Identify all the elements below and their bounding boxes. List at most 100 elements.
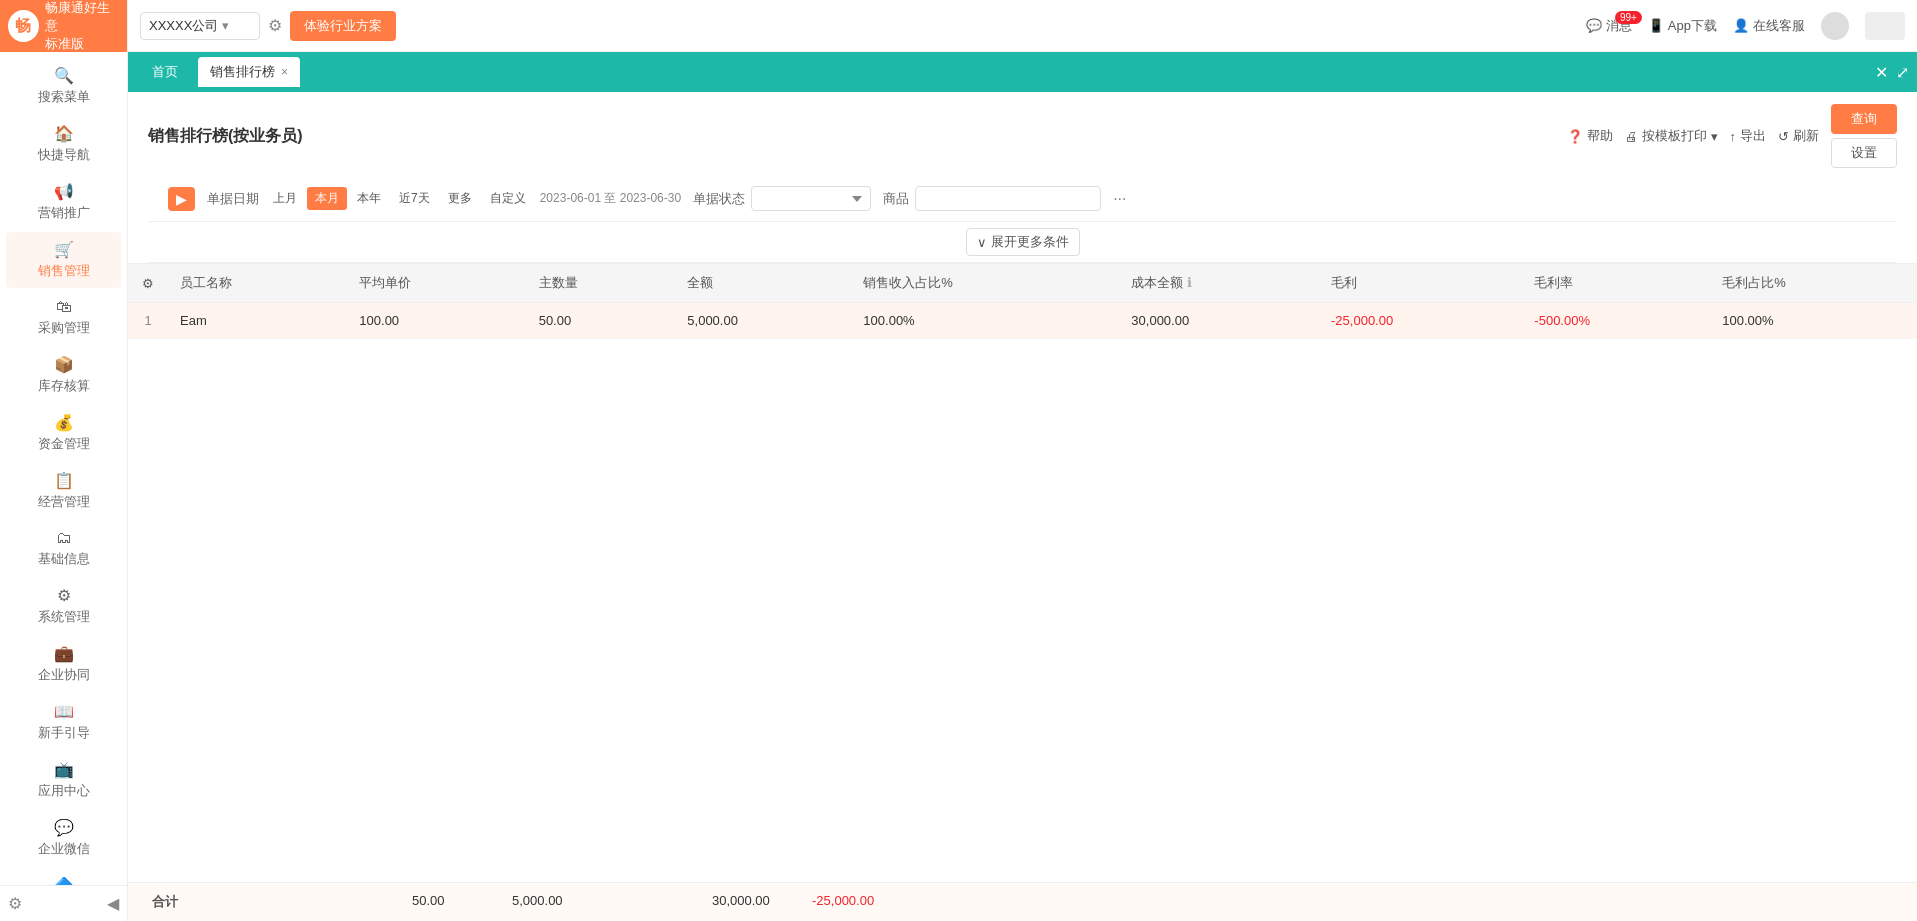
refresh-link[interactable]: ↺ 刷新 bbox=[1778, 127, 1819, 145]
page-content: 销售排行榜(按业务员) ❓ 帮助 🖨 按模板打印 ▾ ↑ 导出 bbox=[128, 92, 1917, 921]
sidebar-item-label: 采购管理 bbox=[38, 319, 90, 337]
col-settings[interactable]: ⚙ bbox=[128, 264, 168, 303]
gross-rate-cell: -500.00% bbox=[1522, 303, 1710, 339]
sidebar-item-basicinfo[interactable]: 🗂 基础信息 bbox=[6, 521, 121, 576]
tab-sales-ranking[interactable]: 销售排行榜 × bbox=[198, 57, 300, 87]
sales-pct-cell: 100.00% bbox=[851, 303, 1119, 339]
tabbar-right: ✕ ⤢ bbox=[1875, 63, 1909, 82]
app-download-label: App下载 bbox=[1668, 17, 1717, 35]
marketing-icon: 📢 bbox=[54, 182, 74, 201]
tab-home[interactable]: 首页 bbox=[136, 52, 194, 92]
col-gross-rate: 毛利率 bbox=[1522, 264, 1710, 303]
service-icon: 👤 bbox=[1733, 18, 1749, 33]
sidebar-item-member[interactable]: 🔷 畅会员 bbox=[6, 868, 121, 885]
table-header-row: ⚙ 员工名称 平均单价 主数量 全额 销售收入占比% 成本全额 ℹ 毛利 毛利率… bbox=[128, 264, 1917, 303]
sidebar-item-guide[interactable]: 📖 新手引导 bbox=[6, 694, 121, 750]
date-tabs: 上月 本月 本年 近7天 更多 自定义 bbox=[265, 187, 534, 210]
status-select[interactable] bbox=[751, 186, 871, 211]
system-icon: ⚙ bbox=[57, 586, 71, 605]
print-icon: 🖨 bbox=[1625, 129, 1638, 144]
filter-tab-7days[interactable]: 近7天 bbox=[391, 187, 438, 210]
filter-tab-current-year[interactable]: 本年 bbox=[349, 187, 389, 210]
footer-cost: 30,000.00 bbox=[700, 893, 800, 911]
sidebar-item-label: 经营管理 bbox=[38, 493, 90, 511]
sidebar-item-management[interactable]: 📋 经营管理 bbox=[6, 463, 121, 519]
appstore-icon: 📺 bbox=[54, 760, 74, 779]
logo-icon: 畅 bbox=[8, 10, 39, 42]
phone-icon: 📱 bbox=[1648, 18, 1664, 33]
collapse-icon[interactable]: ◀ bbox=[107, 894, 119, 913]
filter-tab-custom[interactable]: 自定义 bbox=[482, 187, 534, 210]
guide-icon: 📖 bbox=[54, 702, 74, 721]
sidebar-item-label: 应用中心 bbox=[38, 782, 90, 800]
app-download-item[interactable]: 📱 App下载 bbox=[1648, 17, 1717, 35]
col-cost: 成本全额 ℹ bbox=[1119, 264, 1319, 303]
table-row: 1 Eam 100.00 50.00 5,000.00 100.00% 30,0… bbox=[128, 303, 1917, 339]
sidebar-item-marketing[interactable]: 📢 营销推广 bbox=[6, 174, 121, 230]
setting-button[interactable]: 设置 bbox=[1831, 138, 1897, 168]
sidebar-item-enterprise[interactable]: 💼 企业协同 bbox=[6, 636, 121, 692]
avatar-text[interactable] bbox=[1865, 12, 1905, 40]
message-badge-item[interactable]: 💬 消息 99+ bbox=[1586, 17, 1632, 35]
basicinfo-icon: 🗂 bbox=[56, 529, 72, 547]
chevron-print-icon: ▾ bbox=[1711, 129, 1718, 144]
sidebar-item-label: 资金管理 bbox=[38, 435, 90, 453]
sidebar-item-quicknav[interactable]: 🏠 快捷导航 bbox=[6, 116, 121, 172]
col-main-qty: 主数量 bbox=[527, 264, 676, 303]
cost-info-icon[interactable]: ℹ bbox=[1187, 275, 1192, 290]
filter-bar: ▶ 单据日期 上月 本月 本年 近7天 更多 自定义 2023-06-01 至 … bbox=[148, 176, 1897, 222]
col-avg-price: 平均单价 bbox=[347, 264, 526, 303]
help-link[interactable]: ❓ 帮助 bbox=[1567, 127, 1613, 145]
footer-sales-pct bbox=[600, 893, 700, 911]
template-print-link[interactable]: 🖨 按模板打印 ▾ bbox=[1625, 127, 1718, 145]
inventory-icon: 📦 bbox=[54, 355, 74, 374]
topbar: XXXXX公司 ▾ ⚙ 体验行业方案 💬 消息 99+ 📱 App下载 👤 在线… bbox=[128, 0, 1917, 52]
company-name: XXXXX公司 bbox=[149, 17, 218, 35]
filter-tab-current-month[interactable]: 本月 bbox=[307, 187, 347, 210]
status-filter-label: 单据状态 bbox=[693, 190, 745, 208]
management-icon: 📋 bbox=[54, 471, 74, 490]
filter-tab-more[interactable]: 更多 bbox=[440, 187, 480, 210]
filter-collapse-button[interactable]: ▶ bbox=[168, 187, 195, 211]
sidebar-item-label: 销售管理 bbox=[38, 262, 90, 280]
company-selector[interactable]: XXXXX公司 ▾ bbox=[140, 12, 260, 40]
col-employee-name: 员工名称 bbox=[168, 264, 347, 303]
goods-filter-label: 商品 bbox=[883, 190, 909, 208]
sidebar-item-label: 企业微信 bbox=[38, 840, 90, 858]
gear-settings-icon[interactable]: ⚙ bbox=[268, 16, 282, 35]
sidebar-item-label: 基础信息 bbox=[38, 550, 90, 568]
expand-conditions-button[interactable]: ∨ 展开更多条件 bbox=[966, 228, 1080, 256]
more-conditions-dots[interactable]: ··· bbox=[1113, 190, 1126, 208]
filter-tab-prev-month[interactable]: 上月 bbox=[265, 187, 305, 210]
sidebar-item-label: 搜索菜单 bbox=[38, 88, 90, 106]
close-window-icon[interactable]: ✕ bbox=[1875, 63, 1888, 82]
sidebar-item-search[interactable]: 🔍 搜索菜单 bbox=[6, 58, 121, 114]
main-qty-cell: 50.00 bbox=[527, 303, 676, 339]
online-service-item[interactable]: 👤 在线客服 bbox=[1733, 17, 1805, 35]
chevron-down-icon: ▾ bbox=[222, 18, 229, 33]
sidebar: 畅 畅康通好生意 标准版 🔍 搜索菜单 🏠 快捷导航 📢 营销推广 🛒 销售管理… bbox=[0, 0, 128, 921]
sidebar-item-system[interactable]: ⚙ 系统管理 bbox=[6, 578, 121, 634]
avatar[interactable] bbox=[1821, 12, 1849, 40]
gross-pct-cell: 100.00% bbox=[1710, 303, 1917, 339]
wechat-icon: 💬 bbox=[54, 818, 74, 837]
export-link[interactable]: ↑ 导出 bbox=[1730, 127, 1767, 145]
sidebar-item-purchase[interactable]: 🛍 采购管理 bbox=[6, 290, 121, 345]
sidebar-item-appstore[interactable]: 📺 应用中心 bbox=[6, 752, 121, 808]
sidebar-item-wechat[interactable]: 💬 企业微信 bbox=[6, 810, 121, 866]
sidebar-item-inventory[interactable]: 📦 库存核算 bbox=[6, 347, 121, 403]
expand-more-row: ∨ 展开更多条件 bbox=[148, 222, 1897, 263]
trial-button[interactable]: 体验行业方案 bbox=[290, 11, 396, 41]
sidebar-item-sales[interactable]: 🛒 销售管理 bbox=[6, 232, 121, 288]
footer-gross-profit: -25,000.00 bbox=[800, 893, 900, 911]
sidebar-item-label: 企业协同 bbox=[38, 666, 90, 684]
table-footer: 合计 50.00 5,000.00 30,000.00 -25,000.00 bbox=[128, 882, 1917, 921]
cost-cell: 30,000.00 bbox=[1119, 303, 1319, 339]
restore-icon[interactable]: ⤢ bbox=[1896, 63, 1909, 82]
refresh-icon: ↺ bbox=[1778, 129, 1789, 144]
settings-icon[interactable]: ⚙ bbox=[8, 894, 22, 913]
sidebar-item-finance[interactable]: 💰 资金管理 bbox=[6, 405, 121, 461]
goods-input[interactable] bbox=[915, 186, 1101, 211]
tab-close-icon[interactable]: × bbox=[281, 65, 288, 79]
query-button[interactable]: 查询 bbox=[1831, 104, 1897, 134]
